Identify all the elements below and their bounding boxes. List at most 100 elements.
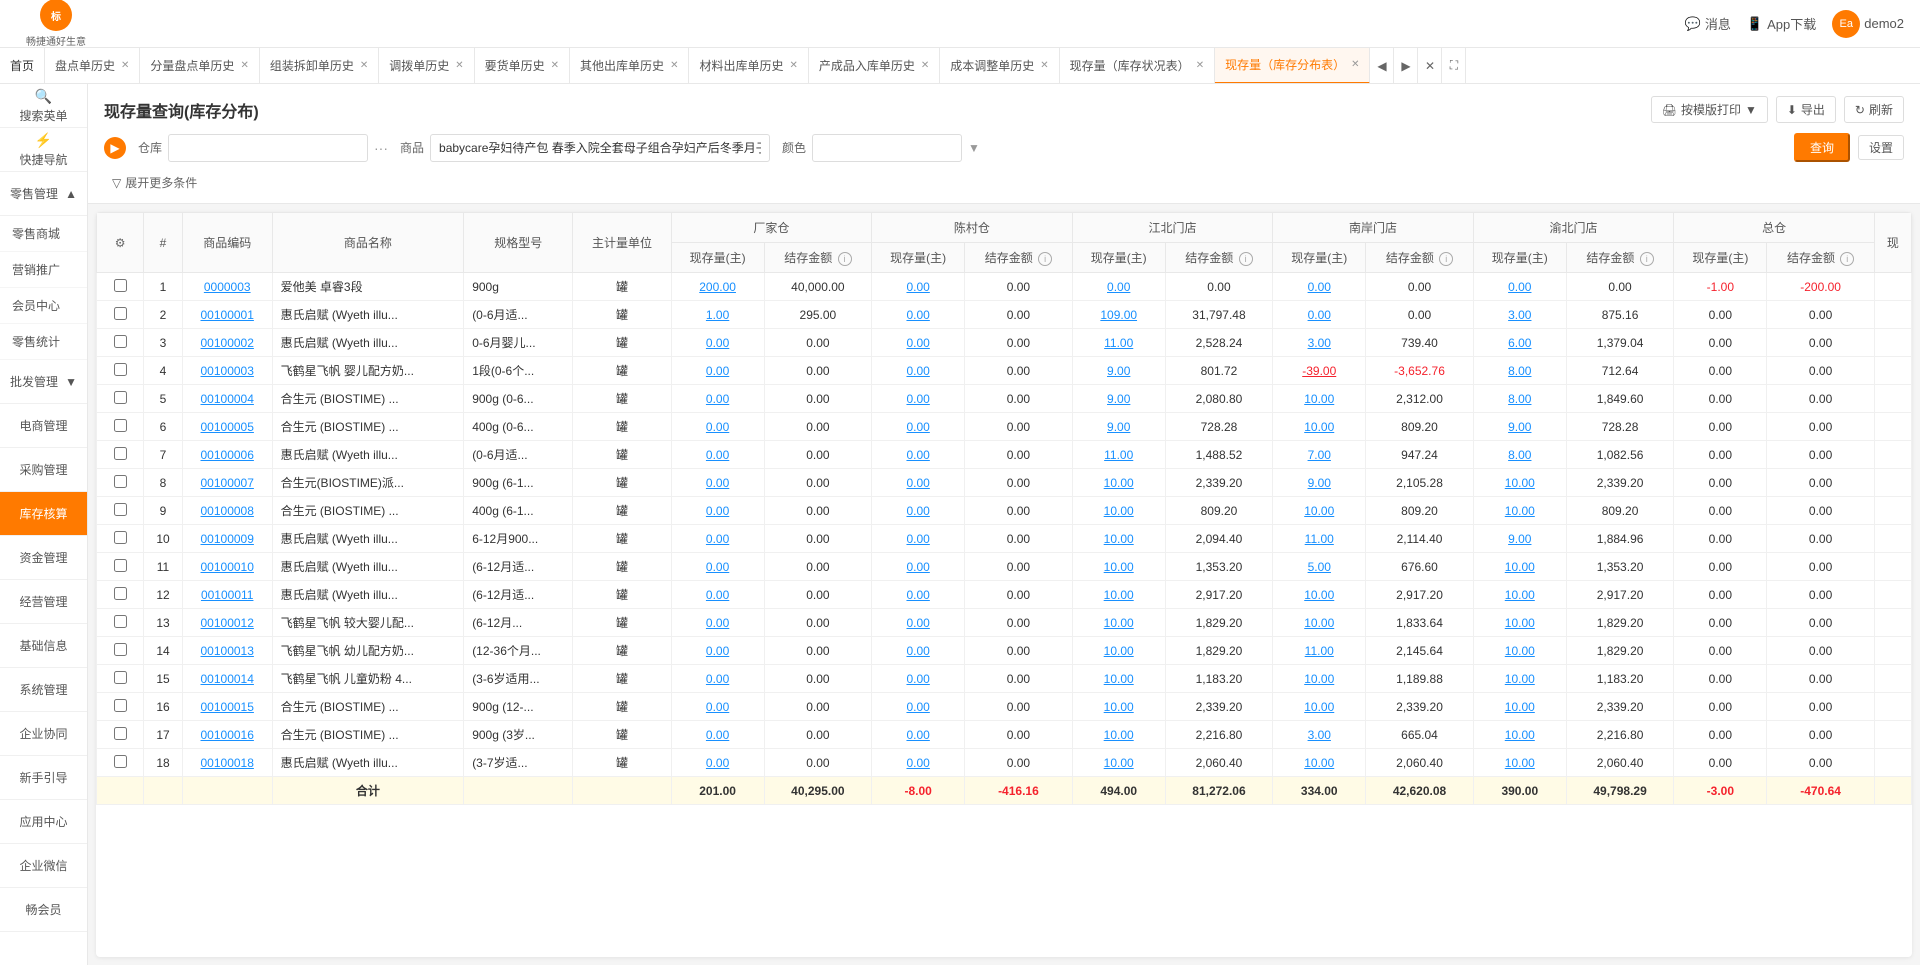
tab-close-chengben[interactable]: ✕ — [1040, 60, 1048, 71]
settings-icon[interactable]: ⚙ — [110, 233, 130, 253]
sidebar-item-appcenter[interactable]: 应用中心 — [0, 800, 87, 844]
th-settings[interactable]: ⚙ — [97, 213, 144, 273]
tab-home[interactable]: 首页 — [0, 48, 45, 84]
sidebar-item-corpwx[interactable]: 企业微信 — [0, 844, 87, 888]
cell-checkbox[interactable] — [97, 413, 144, 441]
cell-factory-amt: 0.00 — [764, 329, 872, 357]
na-amt-info[interactable]: i — [1439, 252, 1453, 266]
settings-btn[interactable]: 设置 — [1858, 135, 1904, 160]
tab-fenpandian[interactable]: 分量盘点单历史✕ — [140, 48, 259, 84]
cell-factory-qty: 0.00 — [671, 609, 764, 637]
tab-qtchuku[interactable]: 其他出库单历史✕ — [570, 48, 689, 84]
sidebar-item-retail[interactable]: 零售管理 ▲ — [0, 172, 87, 216]
cell-yb-amt: 2,917.20 — [1566, 581, 1674, 609]
sidebar-item-retailstat[interactable]: 零售统计 — [0, 324, 87, 360]
tab-close-pandian[interactable]: ✕ — [121, 60, 129, 71]
color-dropdown-icon[interactable]: ▼ — [968, 141, 980, 155]
total-amt-info[interactable]: i — [1840, 252, 1854, 266]
tab-chengben[interactable]: 成本调整单历史✕ — [940, 48, 1059, 84]
cell-checkbox[interactable] — [97, 721, 144, 749]
warehouse-ellipsis-btn[interactable]: ··· — [374, 140, 388, 156]
cell-checkbox[interactable] — [97, 749, 144, 777]
sidebar-item-collab[interactable]: 企业协同 — [0, 712, 87, 756]
cell-checkbox[interactable] — [97, 497, 144, 525]
message-btn[interactable]: 💬 消息 — [1685, 14, 1731, 33]
tab-expand-btn[interactable]: ⛶ — [1442, 48, 1466, 84]
table-row: 5 00100004 合生元 (BIOSTIME) ... 900g (0-6.… — [97, 385, 1912, 413]
sidebar-item-finance[interactable]: 资金管理 — [0, 536, 87, 580]
factory-amt-info[interactable]: i — [838, 252, 852, 266]
color-input[interactable] — [812, 134, 962, 162]
sidebar-item-member2[interactable]: 畅会员 — [0, 888, 87, 932]
tab-next-btn[interactable]: ▶ — [1394, 48, 1418, 84]
warehouse-input[interactable] — [168, 134, 368, 162]
user-area[interactable]: Ea demo2 — [1832, 10, 1904, 38]
product-input[interactable] — [430, 134, 770, 162]
sidebar-item-inventory[interactable]: 库存核算 — [0, 492, 87, 536]
sidebar-item-ops[interactable]: 经营管理 — [0, 580, 87, 624]
cell-checkbox[interactable] — [97, 357, 144, 385]
chen-amt-info[interactable]: i — [1038, 252, 1052, 266]
cell-yb-amt: 1,353.20 — [1566, 553, 1674, 581]
tab-cailiaochu[interactable]: 材料出库单历史✕ — [689, 48, 808, 84]
cell-checkbox[interactable] — [97, 441, 144, 469]
sidebar-item-quicknav[interactable]: ⚡ 快捷导航 — [0, 128, 87, 172]
cell-chen-qty: 0.00 — [872, 721, 965, 749]
tab-close-cailiaochu[interactable]: ✕ — [789, 60, 797, 71]
cell-checkbox[interactable] — [97, 665, 144, 693]
sidebar-item-search[interactable]: 🔍 搜索英单 — [0, 84, 87, 128]
table-container[interactable]: ⚙ # 商品编码 商品名称 规格型号 主计量单位 厂家仓 陈村仓 江北门店 南岸… — [96, 212, 1912, 957]
sidebar-item-retailshop[interactable]: 零售商城 — [0, 216, 87, 252]
cell-code: 00100012 — [182, 609, 272, 637]
cell-checkbox[interactable] — [97, 273, 144, 301]
cell-checkbox[interactable] — [97, 525, 144, 553]
tab-xianzunbiao[interactable]: 现存量（库存状况表）✕ — [1060, 48, 1215, 84]
sidebar-item-marketing[interactable]: 营销推广 — [0, 252, 87, 288]
cell-checkbox[interactable] — [97, 581, 144, 609]
cell-checkbox[interactable] — [97, 693, 144, 721]
tab-close-chanpin[interactable]: ✕ — [921, 60, 929, 71]
cell-checkbox[interactable] — [97, 469, 144, 497]
cell-checkbox[interactable] — [97, 637, 144, 665]
cell-name: 飞鹤星飞帆 婴儿配方奶... — [272, 357, 464, 385]
export-btn[interactable]: ⬇ 导出 — [1776, 96, 1836, 123]
tab-yaohuo[interactable]: 要货单历史✕ — [475, 48, 570, 84]
refresh-btn[interactable]: ↻ 刷新 — [1844, 96, 1904, 123]
tab-close-xianzunfb[interactable]: ✕ — [1351, 59, 1359, 70]
cell-spec: 6-12月900... — [464, 525, 573, 553]
sidebar-item-member[interactable]: 会员中心 — [0, 288, 87, 324]
cell-checkbox[interactable] — [97, 553, 144, 581]
tab-close-yaohuo[interactable]: ✕ — [551, 60, 559, 71]
sidebar-item-newguide[interactable]: 新手引导 — [0, 756, 87, 800]
query-btn[interactable]: 查询 — [1794, 133, 1850, 162]
cell-current — [1874, 273, 1911, 301]
tab-chanpin[interactable]: 产成品入库单历史✕ — [809, 48, 940, 84]
cell-checkbox[interactable] — [97, 385, 144, 413]
tab-pandian[interactable]: 盘点单历史✕ — [45, 48, 140, 84]
tab-xianzunfb[interactable]: 现存量（库存分布表）✕ — [1215, 48, 1370, 84]
tab-close-diaohuo[interactable]: ✕ — [455, 60, 463, 71]
tab-close-fenpandian[interactable]: ✕ — [240, 60, 248, 71]
cell-checkbox[interactable] — [97, 609, 144, 637]
sidebar-item-ecom[interactable]: 电商管理 — [0, 404, 87, 448]
yb-amt-info[interactable]: i — [1640, 252, 1654, 266]
sidebar-item-purchase[interactable]: 采购管理 — [0, 448, 87, 492]
expand-conditions-btn[interactable]: ▽ 展开更多条件 — [104, 170, 1904, 195]
tab-prev-btn[interactable]: ◀ — [1370, 48, 1394, 84]
cell-total-qty: -1.00 — [1674, 273, 1767, 301]
tab-diaohuo[interactable]: 调拨单历史✕ — [379, 48, 474, 84]
sidebar-item-wholesale[interactable]: 批发管理 ▼ — [0, 360, 87, 404]
cell-checkbox[interactable] — [97, 329, 144, 357]
cell-checkbox[interactable] — [97, 301, 144, 329]
tab-close-zuzhe[interactable]: ✕ — [360, 60, 368, 71]
sidebar-item-basic[interactable]: 基础信息 — [0, 624, 87, 668]
sidebar-item-system[interactable]: 系统管理 — [0, 668, 87, 712]
tab-close-all-btn[interactable]: ✕ — [1418, 48, 1442, 84]
print-btn[interactable]: 🖨 按模版打印 ▼ — [1651, 96, 1768, 123]
tab-close-qtchuku[interactable]: ✕ — [670, 60, 678, 71]
tab-close-xianzunbiao[interactable]: ✕ — [1196, 60, 1204, 71]
jb-amt-info[interactable]: i — [1239, 252, 1253, 266]
app-download-btn[interactable]: 📱 App下载 — [1747, 14, 1816, 33]
tab-zuzhe[interactable]: 组装拆卸单历史✕ — [260, 48, 379, 84]
filter-toggle-btn[interactable]: ▶ — [104, 137, 126, 159]
